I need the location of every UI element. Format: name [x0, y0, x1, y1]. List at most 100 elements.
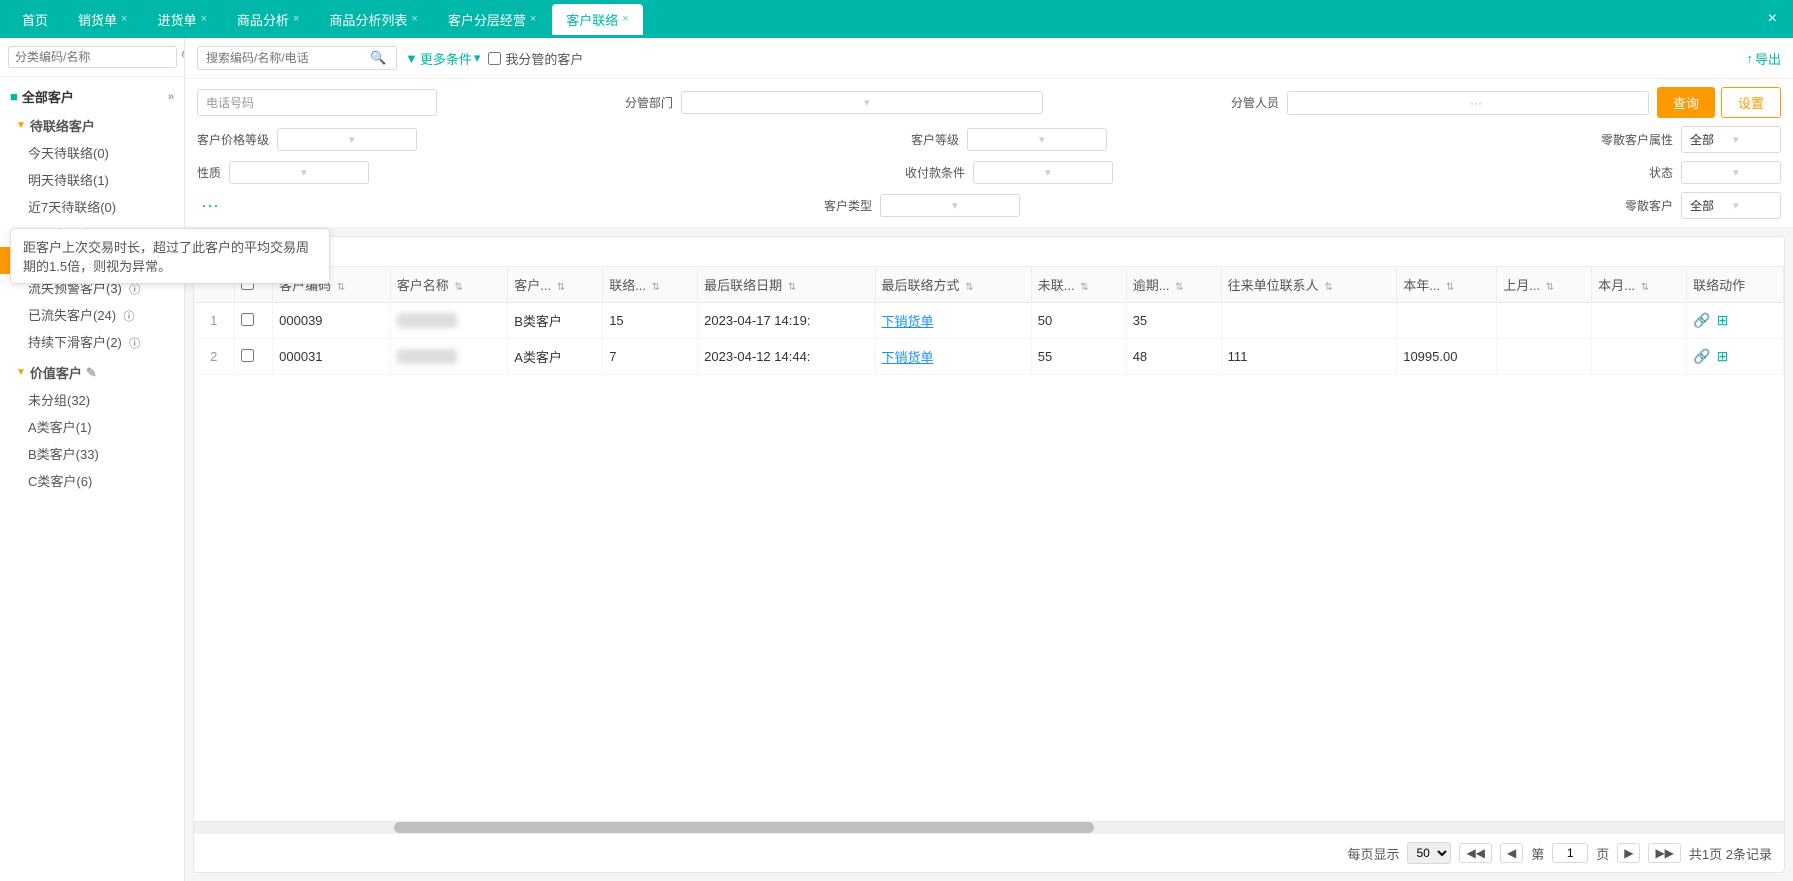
manager-select[interactable]: ···	[1287, 91, 1649, 115]
info-icon: ⓘ	[129, 338, 140, 350]
col-customer-name[interactable]: 客户名称 ⇅	[390, 267, 508, 303]
sidebar-search-input[interactable]	[8, 46, 177, 68]
status-select[interactable]: ▾	[1681, 161, 1781, 184]
cell-checkbox[interactable]	[234, 339, 273, 375]
first-page-button[interactable]: ◀◀	[1459, 843, 1491, 863]
sidebar-item-class-b[interactable]: B类客户(33)	[0, 440, 184, 467]
cell-action: 🔗 ⊞	[1687, 339, 1784, 375]
cell-overdue: 48	[1126, 339, 1221, 375]
grid-icon[interactable]: ⊞	[1717, 348, 1729, 365]
action-icons: 🔗 ⊞	[1693, 348, 1777, 365]
chevron-down-icon: ▾	[1733, 199, 1772, 212]
nature-select[interactable]: ▾	[229, 161, 369, 184]
search-icon[interactable]: 🔍	[370, 50, 386, 66]
link-icon[interactable]: 🔗	[1693, 348, 1710, 365]
col-this-year[interactable]: 本年... ⇅	[1397, 267, 1497, 303]
sidebar-item-today[interactable]: 今天待联络(0)	[0, 139, 184, 166]
last-page-button[interactable]: ▶▶	[1648, 843, 1680, 863]
sidebar-item-ungrouped[interactable]: 未分组(32)	[0, 386, 184, 413]
sidebar-all-customers[interactable]: ■ 全部客户 »	[0, 81, 184, 112]
horizontal-scrollbar[interactable]	[194, 821, 1784, 833]
settings-button[interactable]: 设置	[1721, 87, 1781, 118]
sidebar-item-class-c[interactable]: C类客户(6)	[0, 467, 184, 494]
cell-overdue: 35	[1126, 303, 1221, 339]
close-all-button[interactable]: ×	[1760, 10, 1785, 28]
sidebar-item-churned[interactable]: 已流失客户(24) ⓘ	[0, 301, 184, 328]
cell-action: 🔗 ⊞	[1687, 303, 1784, 339]
sort-icon: ⇅	[337, 282, 345, 293]
nav-tab-product-analysis[interactable]: 商品分析 ×	[223, 4, 313, 35]
sidebar-item-class-a[interactable]: A类客户(1)	[0, 413, 184, 440]
sidebar-item-declining[interactable]: 持续下滑客户(2) ⓘ	[0, 328, 184, 355]
payment-condition-select[interactable]: ▾	[973, 161, 1113, 184]
link-icon[interactable]: 🔗	[1693, 312, 1710, 329]
nav-tab-customer-contact[interactable]: 客户联络 ×	[552, 4, 642, 35]
prev-page-button[interactable]: ◀	[1500, 843, 1523, 863]
my-customers-checkbox[interactable]: 我分管的客户	[488, 49, 583, 68]
nav-tab-home[interactable]: 首页	[8, 4, 62, 35]
nav-tab-product-list[interactable]: 商品分析列表 ×	[315, 4, 431, 35]
my-customers-checkbox-input[interactable]	[488, 52, 501, 65]
close-icon[interactable]: ×	[121, 13, 127, 25]
close-icon[interactable]: ×	[293, 13, 299, 25]
page-input[interactable]	[1552, 843, 1588, 863]
cell-this-month	[1592, 303, 1687, 339]
col-overdue[interactable]: 逾期... ⇅	[1126, 267, 1221, 303]
cell-last-contact-method[interactable]: 下销货单	[875, 303, 1031, 339]
more-conditions-button[interactable]: ▼ 更多条件 ▾	[405, 49, 480, 68]
export-icon: ↑	[1746, 51, 1753, 66]
row-checkbox[interactable]	[241, 313, 254, 326]
next-page-button[interactable]: ▶	[1617, 843, 1640, 863]
sidebar-item-tomorrow[interactable]: 明天待联络(1)	[0, 166, 184, 193]
customer-type-select[interactable]: ▾	[880, 194, 1020, 217]
sidebar-item-7days[interactable]: 近7天待联络(0)	[0, 193, 184, 220]
grid-icon[interactable]: ⊞	[1717, 312, 1729, 329]
sort-icon: ⇅	[1175, 282, 1183, 293]
table-scroll[interactable]: 客户编码 ⇅ 客户名称 ⇅ 客户... ⇅	[194, 267, 1784, 821]
col-uncontacted[interactable]: 未联... ⇅	[1031, 267, 1126, 303]
sidebar-group-value[interactable]: ▼ 价值客户 ✎	[0, 359, 184, 386]
cell-customer-type: B类客户	[508, 303, 603, 339]
close-icon[interactable]: ×	[530, 13, 536, 25]
customer-level-select[interactable]: ▾	[967, 128, 1107, 151]
department-select[interactable]: ▾	[681, 91, 1043, 114]
col-this-month[interactable]: 本月... ⇅	[1592, 267, 1687, 303]
chevron-down-icon: ▾	[1039, 133, 1098, 146]
close-icon[interactable]: ×	[411, 13, 417, 25]
col-contact-num[interactable]: 联络... ⇅	[603, 267, 698, 303]
retail-attr-select[interactable]: 全部 ▾	[1681, 126, 1781, 153]
cell-customer-name: ██████	[390, 339, 508, 375]
close-icon[interactable]: ×	[200, 13, 206, 25]
page-size-select[interactable]: 50	[1407, 842, 1451, 864]
nav-tab-purchase[interactable]: 进货单 ×	[143, 4, 220, 35]
col-unit-contact[interactable]: 往来单位联系人 ⇅	[1221, 267, 1397, 303]
price-level-select[interactable]: ▾	[277, 128, 417, 151]
close-icon[interactable]: ×	[622, 13, 628, 25]
row-checkbox[interactable]	[241, 349, 254, 362]
main-search-input[interactable]	[206, 51, 366, 65]
col-customer-type[interactable]: 客户... ⇅	[508, 267, 603, 303]
retail-customer-select[interactable]: 全部 ▾	[1681, 192, 1781, 219]
edit-icon[interactable]: ✎	[86, 365, 97, 381]
col-last-month[interactable]: 上月... ⇅	[1497, 267, 1592, 303]
info-icon: ⓘ	[123, 311, 134, 323]
cell-last-contact-method[interactable]: 下销货单	[875, 339, 1031, 375]
table-toolbar: ⚙	[194, 237, 1784, 267]
sidebar-group-pending[interactable]: ▼ 待联络客户	[0, 112, 184, 139]
nav-tab-sales[interactable]: 销货单 ×	[64, 4, 141, 35]
query-button[interactable]: 查询	[1657, 87, 1715, 118]
cell-checkbox[interactable]	[234, 303, 273, 339]
more-button[interactable]: ···	[201, 195, 219, 216]
scrollbar-thumb[interactable]	[394, 822, 1094, 833]
phone-field[interactable]: 电话号码	[197, 89, 437, 116]
export-button[interactable]: ↑ 导出	[1746, 49, 1781, 68]
cell-index: 1	[194, 303, 234, 339]
col-last-contact-date[interactable]: 最后联络日期 ⇅	[698, 267, 875, 303]
cell-this-year	[1397, 303, 1497, 339]
nav-tab-customer-tier[interactable]: 客户分层经营 ×	[434, 4, 550, 35]
table-area: ⚙ 客户编码 ⇅ 客户名称	[193, 236, 1785, 873]
col-last-contact-method[interactable]: 最后联络方式 ⇅	[875, 267, 1031, 303]
chevron-down-icon: ▾	[474, 50, 481, 66]
main-layout: 🔍 ■ 全部客户 » ▼ 待联络客户 今天待联络(0) 明天待联络(1) 近7天…	[0, 38, 1793, 881]
sort-icon: ⇅	[1446, 282, 1454, 293]
